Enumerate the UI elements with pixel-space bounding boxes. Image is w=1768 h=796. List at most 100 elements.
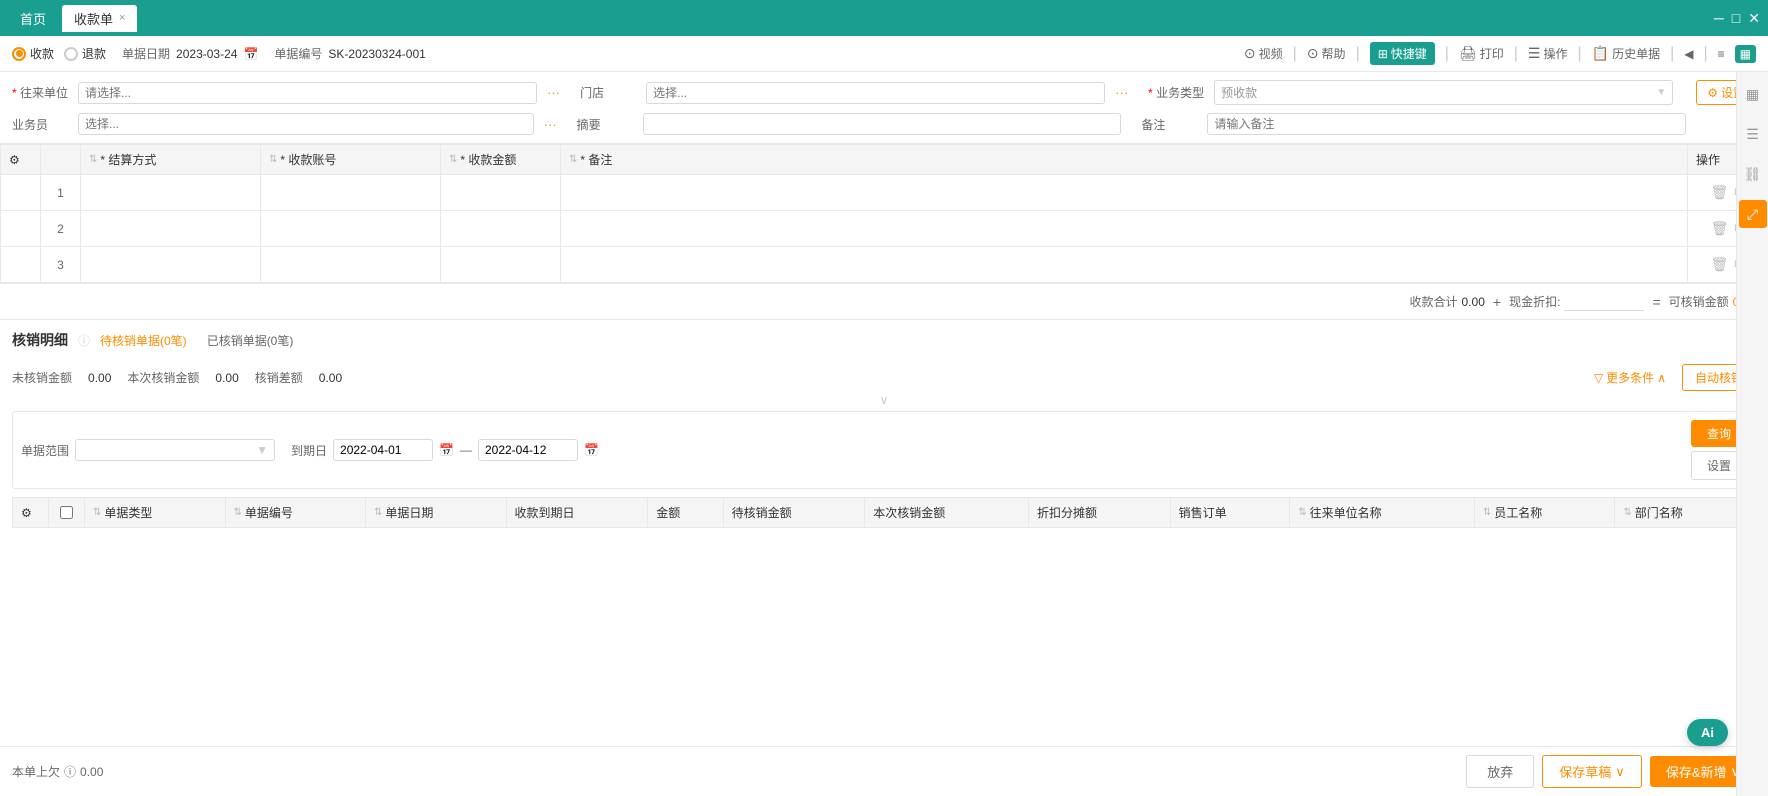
video-action[interactable]: ⊙ 视频 — [1244, 45, 1283, 62]
account-input-2[interactable] — [261, 211, 440, 246]
bill-no-field: 单据编号 SK-20230324-001 — [274, 45, 425, 62]
calendar-icon[interactable]: 📅 — [243, 47, 258, 61]
ops-action[interactable]: ☰ 操作 — [1528, 45, 1568, 62]
date-from-icon[interactable]: 📅 — [439, 443, 454, 457]
window-close-btn[interactable]: ✕ — [1748, 10, 1760, 27]
remark-input-3[interactable] — [561, 247, 1687, 282]
delete-row-3-btn[interactable]: 🗑 — [1711, 256, 1729, 273]
divider3: | — [1445, 45, 1449, 63]
window-min-btn[interactable]: ─ — [1714, 10, 1724, 27]
home-tab[interactable]: 首页 — [8, 5, 58, 32]
ops-label: 操作 — [1543, 45, 1567, 62]
active-tab[interactable]: 收款单 × — [62, 5, 137, 32]
td-remark-1[interactable] — [561, 175, 1688, 211]
dept-sort[interactable]: ⇅ — [1623, 507, 1631, 518]
amount-input-1[interactable] — [441, 175, 560, 210]
date-to-input[interactable] — [478, 439, 578, 461]
store-more-btn[interactable]: ··· — [1115, 85, 1128, 100]
select-all-checkbox[interactable] — [60, 506, 73, 519]
radio-shoukuan[interactable]: 收款 — [12, 45, 54, 62]
print-action[interactable]: 🖨 打印 — [1459, 45, 1504, 62]
sidebar-link-icon[interactable]: ⛓ — [1739, 160, 1767, 188]
help-action[interactable]: ⊙ 帮助 — [1307, 45, 1346, 62]
bn-sort[interactable]: ⇅ — [234, 507, 242, 518]
counterparty-input[interactable] — [78, 82, 537, 104]
td-amount-3[interactable] — [441, 247, 561, 283]
nav-grid[interactable]: ▦ — [1735, 45, 1756, 63]
remark-sort[interactable]: ⇅ — [569, 154, 577, 165]
writeoff-info-icon[interactable]: ⓘ — [78, 332, 90, 349]
more-conditions-btn[interactable]: ▽ 更多条件 ∧ — [1594, 369, 1666, 386]
bth-employee: ⇅ 员工名称 — [1474, 498, 1615, 528]
td-settlement-1[interactable] — [81, 175, 261, 211]
shortcut-btn[interactable]: ⊞ 快捷键 — [1370, 42, 1435, 65]
td-settlement-2[interactable] — [81, 211, 261, 247]
amount-sort[interactable]: ⇅ — [449, 154, 457, 165]
salesperson-input[interactable] — [78, 113, 534, 135]
amount-input-2[interactable] — [441, 211, 560, 246]
pending-tab[interactable]: 待核销单据(0笔) — [100, 332, 187, 349]
td-amount-2[interactable] — [441, 211, 561, 247]
delete-row-1-btn[interactable]: 🗑 — [1711, 184, 1729, 201]
notes-input[interactable] — [1207, 113, 1686, 135]
account-sort[interactable]: ⇅ — [269, 154, 277, 165]
discount-input[interactable] — [1564, 292, 1644, 311]
bill-date-value[interactable]: 2023-03-24 — [176, 47, 237, 61]
td-remark-3[interactable] — [561, 247, 1688, 283]
td-remark-2[interactable] — [561, 211, 1688, 247]
sidebar-expand-icon[interactable]: ⤢ — [1739, 200, 1767, 228]
range-select[interactable]: ▼ — [75, 439, 275, 461]
counterparty-more-btn[interactable]: ··· — [547, 85, 560, 100]
collapse-arrow[interactable]: ∨ — [12, 393, 1756, 407]
remark-input-1[interactable] — [561, 175, 1687, 210]
nav-prev[interactable]: ◀ — [1684, 47, 1693, 61]
emp-sort[interactable]: ⇅ — [1483, 507, 1491, 518]
save-draft-arrow: ∨ — [1615, 764, 1625, 780]
settlement-input-1[interactable] — [81, 175, 260, 210]
amount-input-3[interactable] — [441, 247, 560, 282]
window-max-btn[interactable]: □ — [1732, 10, 1740, 27]
date-from-input[interactable] — [333, 439, 433, 461]
td-account-1[interactable] — [261, 175, 441, 211]
store-input[interactable] — [646, 82, 1105, 104]
cp-sort[interactable]: ⇅ — [1298, 507, 1306, 518]
bth-settlement-type: ⇅ 单据类型 — [85, 498, 226, 528]
done-tab[interactable]: 已核销单据(0笔) — [207, 332, 294, 349]
row-num-1: 1 — [41, 175, 81, 211]
history-action[interactable]: 📋 历史单据 — [1592, 45, 1660, 62]
th-gear[interactable]: ⚙ — [1, 145, 41, 175]
st-sort[interactable]: ⇅ — [93, 507, 101, 518]
notes-label: 备注 — [1141, 116, 1201, 133]
bd-sort[interactable]: ⇅ — [374, 507, 382, 518]
td-settlement-3[interactable] — [81, 247, 261, 283]
td-amount-1[interactable] — [441, 175, 561, 211]
td-account-2[interactable] — [261, 211, 441, 247]
settlement-input-2[interactable] — [81, 211, 260, 246]
settlement-input-3[interactable] — [81, 247, 260, 282]
settlement-sort[interactable]: ⇅ — [89, 154, 97, 165]
save-draft-btn[interactable]: 保存草稿 ∨ — [1542, 755, 1642, 788]
salesperson-label: 业务员 — [12, 116, 72, 133]
biz-type-select[interactable]: 预收款 ▼ — [1214, 80, 1673, 105]
abandon-btn[interactable]: 放弃 — [1466, 755, 1534, 788]
close-tab-icon[interactable]: × — [119, 12, 125, 24]
bill-no-value[interactable]: SK-20230324-001 — [328, 47, 425, 61]
save-draft-label: 保存草稿 — [1559, 762, 1611, 781]
bth-gear[interactable]: ⚙ — [13, 498, 49, 528]
remark-input[interactable] — [643, 113, 1122, 135]
ai-button[interactable]: Ai — [1687, 719, 1728, 746]
account-input-3[interactable] — [261, 247, 440, 282]
salesperson-more-btn[interactable]: ··· — [544, 117, 557, 132]
delete-row-2-btn[interactable]: 🗑 — [1711, 220, 1729, 237]
radio-tuikuan[interactable]: 退款 — [64, 45, 106, 62]
nav-list[interactable]: ≡ — [1718, 47, 1725, 61]
total-label: 收款合计 — [1410, 293, 1458, 310]
footer-info-icon[interactable]: ⓘ — [64, 763, 76, 780]
td-account-3[interactable] — [261, 247, 441, 283]
date-to-icon[interactable]: 📅 — [584, 443, 599, 457]
sidebar-list-icon[interactable]: ☰ — [1739, 120, 1767, 148]
sidebar-table-icon[interactable]: ▦ — [1739, 80, 1767, 108]
account-input-1[interactable] — [261, 175, 440, 210]
remark-input-2[interactable] — [561, 211, 1687, 246]
th-remark: ⇅ * 备注 — [561, 145, 1688, 175]
